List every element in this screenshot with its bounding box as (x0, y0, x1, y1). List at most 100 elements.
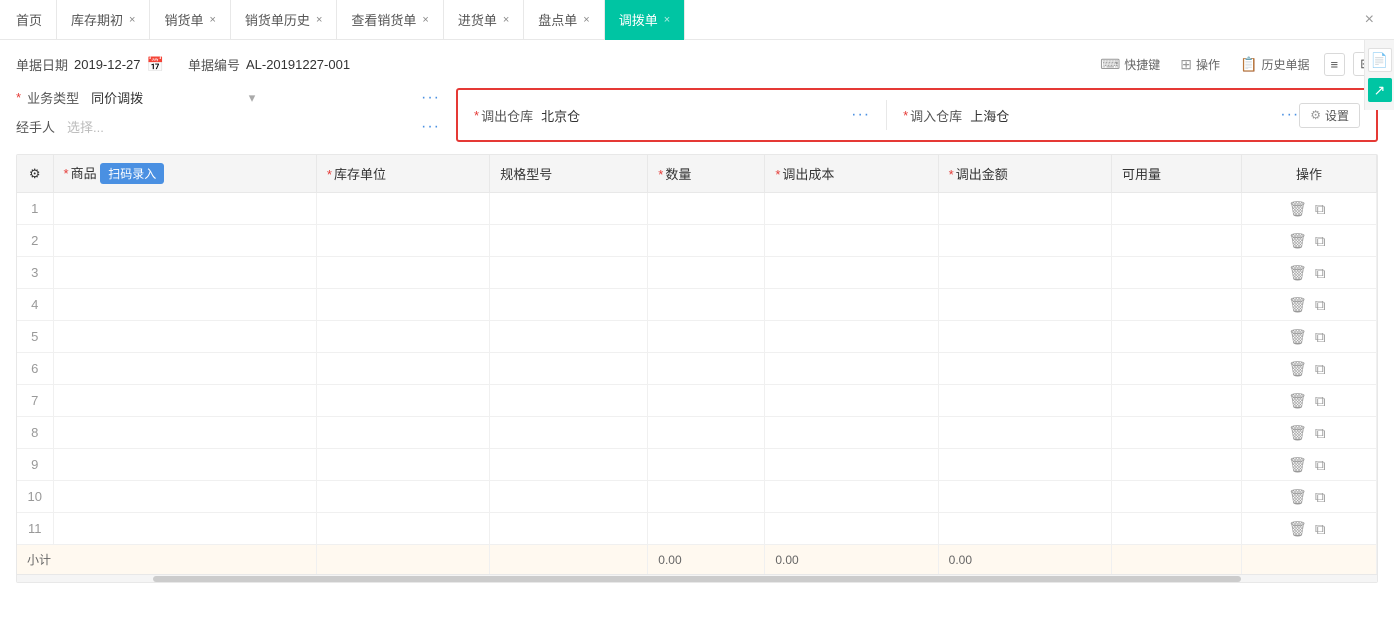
cell-available[interactable] (1112, 481, 1242, 513)
copy-icon[interactable]: ⧉ (1315, 329, 1326, 346)
tab-purchase-order[interactable]: 进货单 × (444, 0, 524, 40)
window-close-button[interactable]: × (1353, 11, 1386, 29)
delete-icon[interactable]: 🗑 (1288, 489, 1307, 506)
cell-product[interactable] (53, 289, 316, 321)
copy-icon[interactable]: ⧉ (1315, 361, 1326, 378)
cell-spec[interactable] (490, 225, 648, 257)
cell-amount[interactable] (938, 289, 1111, 321)
cell-unit[interactable] (316, 385, 489, 417)
cell-product[interactable] (53, 353, 316, 385)
cell-available[interactable] (1112, 513, 1242, 545)
cell-amount[interactable] (938, 513, 1111, 545)
cell-product[interactable] (53, 321, 316, 353)
cell-quantity[interactable] (648, 417, 765, 449)
copy-icon[interactable]: ⧉ (1315, 201, 1326, 218)
tab-sales-order[interactable]: 销货单 × (150, 0, 230, 40)
copy-icon[interactable]: ⧉ (1315, 233, 1326, 250)
cell-spec[interactable] (490, 353, 648, 385)
delete-icon[interactable]: 🗑 (1288, 393, 1307, 410)
operations-button[interactable]: ⊞ 操作 (1174, 54, 1226, 75)
cell-cost[interactable] (765, 481, 938, 513)
cell-cost[interactable] (765, 193, 938, 225)
settings-icon[interactable]: ⚙ (29, 166, 41, 181)
cell-available[interactable] (1112, 417, 1242, 449)
tab-sales-history[interactable]: 销货单历史 × (231, 0, 337, 40)
cell-available[interactable] (1112, 193, 1242, 225)
sidebar-doc-icon[interactable]: 📄 (1368, 48, 1392, 72)
tab-close-sales-order[interactable]: × (209, 14, 215, 26)
tab-close-purchase[interactable]: × (503, 14, 509, 26)
cell-cost[interactable] (765, 417, 938, 449)
cell-spec[interactable] (490, 449, 648, 481)
transfer-out-more-icon[interactable]: ··· (851, 106, 870, 124)
delete-icon[interactable]: 🗑 (1288, 425, 1307, 442)
cell-cost[interactable] (765, 385, 938, 417)
cell-available[interactable] (1112, 449, 1242, 481)
delete-icon[interactable]: 🗑 (1288, 297, 1307, 314)
cell-unit[interactable] (316, 513, 489, 545)
copy-icon[interactable]: ⧉ (1315, 297, 1326, 314)
copy-icon[interactable]: ⧉ (1315, 393, 1326, 410)
cell-unit[interactable] (316, 449, 489, 481)
cell-product[interactable] (53, 257, 316, 289)
delete-icon[interactable]: 🗑 (1288, 265, 1307, 282)
cell-amount[interactable] (938, 353, 1111, 385)
cell-cost[interactable] (765, 257, 938, 289)
tab-close-stock-init[interactable]: × (129, 14, 135, 26)
tab-close-view-sales[interactable]: × (422, 14, 428, 26)
cell-available[interactable] (1112, 385, 1242, 417)
cell-amount[interactable] (938, 481, 1111, 513)
layout-list-icon[interactable]: ≡ (1324, 53, 1346, 76)
cell-available[interactable] (1112, 257, 1242, 289)
cell-quantity[interactable] (648, 193, 765, 225)
scan-button[interactable]: 扫码录入 (100, 163, 164, 184)
copy-icon[interactable]: ⧉ (1315, 425, 1326, 442)
cell-available[interactable] (1112, 321, 1242, 353)
tab-close-sales-history[interactable]: × (316, 14, 322, 26)
cell-spec[interactable] (490, 417, 648, 449)
sidebar-expand-icon[interactable]: ↗ (1368, 78, 1392, 102)
cell-amount[interactable] (938, 385, 1111, 417)
cell-amount[interactable] (938, 321, 1111, 353)
cell-unit[interactable] (316, 193, 489, 225)
delete-icon[interactable]: 🗑 (1288, 361, 1307, 378)
cell-quantity[interactable] (648, 321, 765, 353)
cell-spec[interactable] (490, 481, 648, 513)
cell-product[interactable] (53, 513, 316, 545)
cell-quantity[interactable] (648, 385, 765, 417)
copy-icon[interactable]: ⧉ (1315, 521, 1326, 538)
cell-cost[interactable] (765, 449, 938, 481)
tab-transfer[interactable]: 调拨单 × (605, 0, 685, 40)
shortcuts-button[interactable]: ⌨ 快捷键 (1094, 54, 1166, 75)
cell-amount[interactable] (938, 417, 1111, 449)
history-button[interactable]: 📋 历史单据 (1234, 54, 1315, 75)
cell-spec[interactable] (490, 513, 648, 545)
copy-icon[interactable]: ⧉ (1315, 489, 1326, 506)
cell-unit[interactable] (316, 225, 489, 257)
delete-icon[interactable]: 🗑 (1288, 201, 1307, 218)
cell-quantity[interactable] (648, 289, 765, 321)
tab-close-inventory[interactable]: × (583, 14, 589, 26)
cell-cost[interactable] (765, 289, 938, 321)
cell-amount[interactable] (938, 449, 1111, 481)
calendar-icon[interactable]: 📅 (147, 56, 164, 73)
tab-stock-init[interactable]: 库存期初 × (57, 0, 150, 40)
cell-spec[interactable] (490, 193, 648, 225)
cell-spec[interactable] (490, 289, 648, 321)
cell-quantity[interactable] (648, 257, 765, 289)
cell-quantity[interactable] (648, 481, 765, 513)
copy-icon[interactable]: ⧉ (1315, 457, 1326, 474)
cell-quantity[interactable] (648, 513, 765, 545)
cell-unit[interactable] (316, 417, 489, 449)
business-type-more-icon[interactable]: ··· (421, 89, 440, 107)
cell-quantity[interactable] (648, 449, 765, 481)
person-select[interactable]: 选择... (67, 117, 104, 136)
cell-spec[interactable] (490, 385, 648, 417)
cell-unit[interactable] (316, 353, 489, 385)
cell-product[interactable] (53, 481, 316, 513)
cell-available[interactable] (1112, 289, 1242, 321)
cell-amount[interactable] (938, 225, 1111, 257)
delete-icon[interactable]: 🗑 (1288, 457, 1307, 474)
cell-cost[interactable] (765, 225, 938, 257)
tab-view-sales[interactable]: 查看销货单 × (337, 0, 443, 40)
